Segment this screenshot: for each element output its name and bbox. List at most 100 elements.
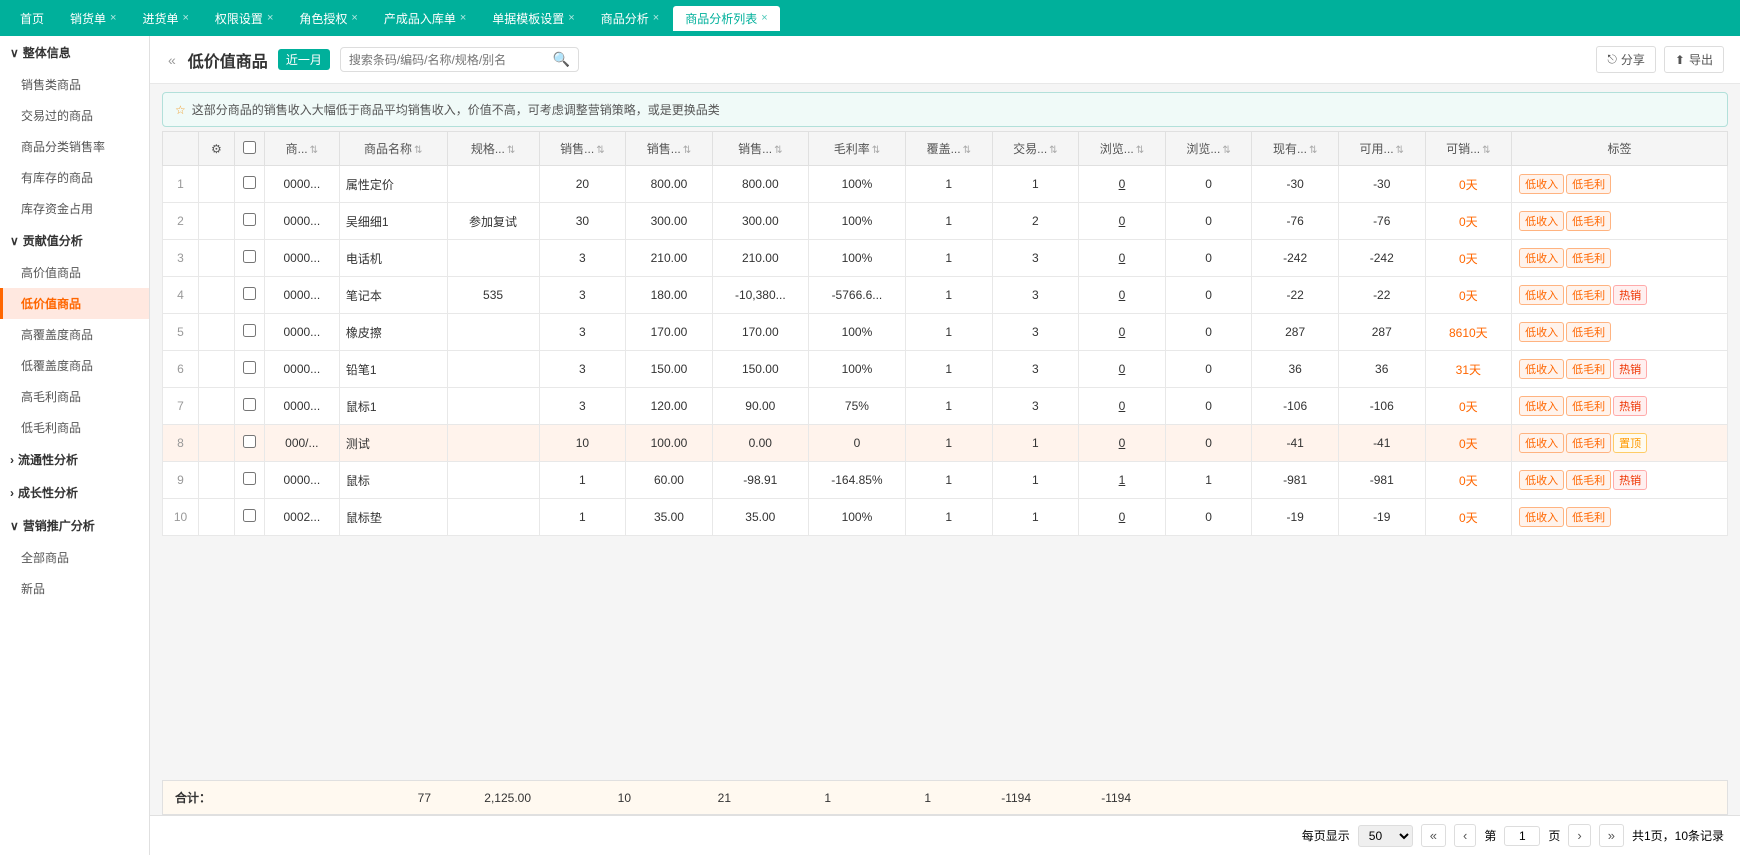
page-number-input[interactable] [1504, 826, 1540, 846]
sidebar-item-high-profit[interactable]: 高毛利商品 [0, 381, 149, 412]
col-browse1[interactable]: 浏览...⇅ [1079, 132, 1166, 166]
browse-link[interactable]: 0 [1119, 436, 1126, 450]
sidebar-section-overall[interactable]: ∨ 整体信息 [0, 36, 149, 69]
row-checkbox[interactable] [243, 250, 256, 263]
col-sales-qty[interactable]: 销售...⇅ [539, 132, 626, 166]
sidebar-item-low-cover[interactable]: 低覆盖度商品 [0, 350, 149, 381]
nav-tab-product-in[interactable]: 产成品入库单 × [372, 6, 478, 31]
cell-check[interactable] [234, 388, 264, 425]
cell-check[interactable] [234, 314, 264, 351]
nav-tab-template[interactable]: 单据模板设置 × [480, 6, 586, 31]
col-check[interactable] [234, 132, 264, 166]
cell-check[interactable] [234, 166, 264, 203]
browse-link[interactable]: 0 [1119, 214, 1126, 228]
cell-browse1[interactable]: 0 [1079, 314, 1166, 351]
cell-check[interactable] [234, 425, 264, 462]
cell-check[interactable] [234, 462, 264, 499]
row-checkbox[interactable] [243, 398, 256, 411]
cell-browse1[interactable]: 1 [1079, 462, 1166, 499]
row-checkbox[interactable] [243, 509, 256, 522]
col-current[interactable]: 现有...⇅ [1252, 132, 1339, 166]
cell-check[interactable] [234, 203, 264, 240]
browse-link[interactable]: 0 [1119, 362, 1126, 376]
browse-link[interactable]: 0 [1119, 510, 1126, 524]
cell-check[interactable] [234, 277, 264, 314]
cell-browse1[interactable]: 0 [1079, 499, 1166, 536]
browse-link[interactable]: 0 [1119, 325, 1126, 339]
cell-check[interactable] [234, 499, 264, 536]
nav-tab-purchase[interactable]: 进货单 × [130, 6, 200, 31]
sidebar-item-traded[interactable]: 交易过的商品 [0, 100, 149, 131]
close-icon[interactable]: × [761, 12, 767, 24]
sidebar-section-growth[interactable]: › 成长性分析 [0, 476, 149, 509]
nav-tab-sales[interactable]: 销货单 × [58, 6, 128, 31]
sidebar-section-profit[interactable]: ∨ 贡献值分析 [0, 224, 149, 257]
prev-page-btn[interactable]: ‹ [1454, 824, 1476, 847]
col-sellable[interactable]: 可销...⇅ [1425, 132, 1512, 166]
cell-browse1[interactable]: 0 [1079, 203, 1166, 240]
sidebar-item-category-sales[interactable]: 商品分类销售率 [0, 131, 149, 162]
filter-tag-month[interactable]: 近一月 [278, 49, 330, 70]
col-code[interactable]: 商...⇅ [264, 132, 339, 166]
col-cover[interactable]: 覆盖...⇅ [905, 132, 992, 166]
col-name[interactable]: 商品名称⇅ [339, 132, 447, 166]
col-sales-cost[interactable]: 销售...⇅ [712, 132, 808, 166]
row-checkbox[interactable] [243, 287, 256, 300]
close-icon[interactable]: × [110, 12, 116, 24]
close-icon[interactable]: × [460, 12, 466, 24]
col-available[interactable]: 可用...⇅ [1338, 132, 1425, 166]
browse-link[interactable]: 0 [1119, 177, 1126, 191]
cell-browse1[interactable]: 0 [1079, 166, 1166, 203]
sidebar-section-flow[interactable]: › 流通性分析 [0, 443, 149, 476]
cell-browse1[interactable]: 0 [1079, 351, 1166, 388]
sidebar-section-marketing[interactable]: ∨ 营销推广分析 [0, 509, 149, 542]
select-all-checkbox[interactable] [243, 141, 256, 154]
row-checkbox[interactable] [243, 324, 256, 337]
col-sales-amt[interactable]: 销售...⇅ [626, 132, 713, 166]
first-page-btn[interactable]: « [1421, 824, 1446, 847]
nav-tab-home[interactable]: 首页 [8, 6, 56, 31]
col-browse2[interactable]: 浏览...⇅ [1165, 132, 1252, 166]
share-button[interactable]: ⎋ 分享 [1596, 46, 1656, 73]
nav-tab-role[interactable]: 角色授权 × [287, 6, 369, 31]
sidebar-item-low-profit[interactable]: 低毛利商品 [0, 412, 149, 443]
col-gross-rate[interactable]: 毛利率⇅ [808, 132, 905, 166]
sidebar-item-new-products[interactable]: 新品 [0, 573, 149, 604]
row-checkbox[interactable] [243, 361, 256, 374]
page-size-select[interactable]: 50 100 200 [1358, 825, 1413, 847]
cell-check[interactable] [234, 351, 264, 388]
sidebar-item-sales-category[interactable]: 销售类商品 [0, 69, 149, 100]
last-page-btn[interactable]: » [1599, 824, 1624, 847]
browse-link[interactable]: 1 [1119, 473, 1126, 487]
close-icon[interactable]: × [267, 12, 273, 24]
col-spec[interactable]: 规格...⇅ [447, 132, 539, 166]
sidebar-item-high-value[interactable]: 高价值商品 [0, 257, 149, 288]
row-checkbox[interactable] [243, 472, 256, 485]
browse-link[interactable]: 0 [1119, 399, 1126, 413]
sidebar-item-inventory-qty[interactable]: 有库存的商品 [0, 162, 149, 193]
close-icon[interactable]: × [568, 12, 574, 24]
close-icon[interactable]: × [351, 12, 357, 24]
browse-link[interactable]: 0 [1119, 288, 1126, 302]
cell-browse1[interactable]: 0 [1079, 425, 1166, 462]
nav-tab-analysis-list[interactable]: 商品分析列表 × [673, 6, 779, 31]
col-trade[interactable]: 交易...⇅ [992, 132, 1079, 166]
cell-browse1[interactable]: 0 [1079, 277, 1166, 314]
row-checkbox[interactable] [243, 176, 256, 189]
col-settings[interactable]: ⚙ [199, 132, 235, 166]
sidebar-collapse-btn[interactable]: « [166, 50, 178, 70]
sidebar-item-all-products[interactable]: 全部商品 [0, 542, 149, 573]
close-icon[interactable]: × [653, 12, 659, 24]
search-input[interactable] [349, 53, 549, 67]
cell-check[interactable] [234, 240, 264, 277]
export-button[interactable]: ⬆ 导出 [1664, 46, 1724, 73]
browse-link[interactable]: 0 [1119, 251, 1126, 265]
sidebar-item-high-cover[interactable]: 高覆盖度商品 [0, 319, 149, 350]
row-checkbox[interactable] [243, 435, 256, 448]
row-checkbox[interactable] [243, 213, 256, 226]
nav-tab-permission[interactable]: 权限设置 × [203, 6, 285, 31]
cell-browse1[interactable]: 0 [1079, 388, 1166, 425]
nav-tab-analysis[interactable]: 商品分析 × [589, 6, 671, 31]
close-icon[interactable]: × [182, 12, 188, 24]
sidebar-item-low-value[interactable]: 低价值商品 [0, 288, 149, 319]
